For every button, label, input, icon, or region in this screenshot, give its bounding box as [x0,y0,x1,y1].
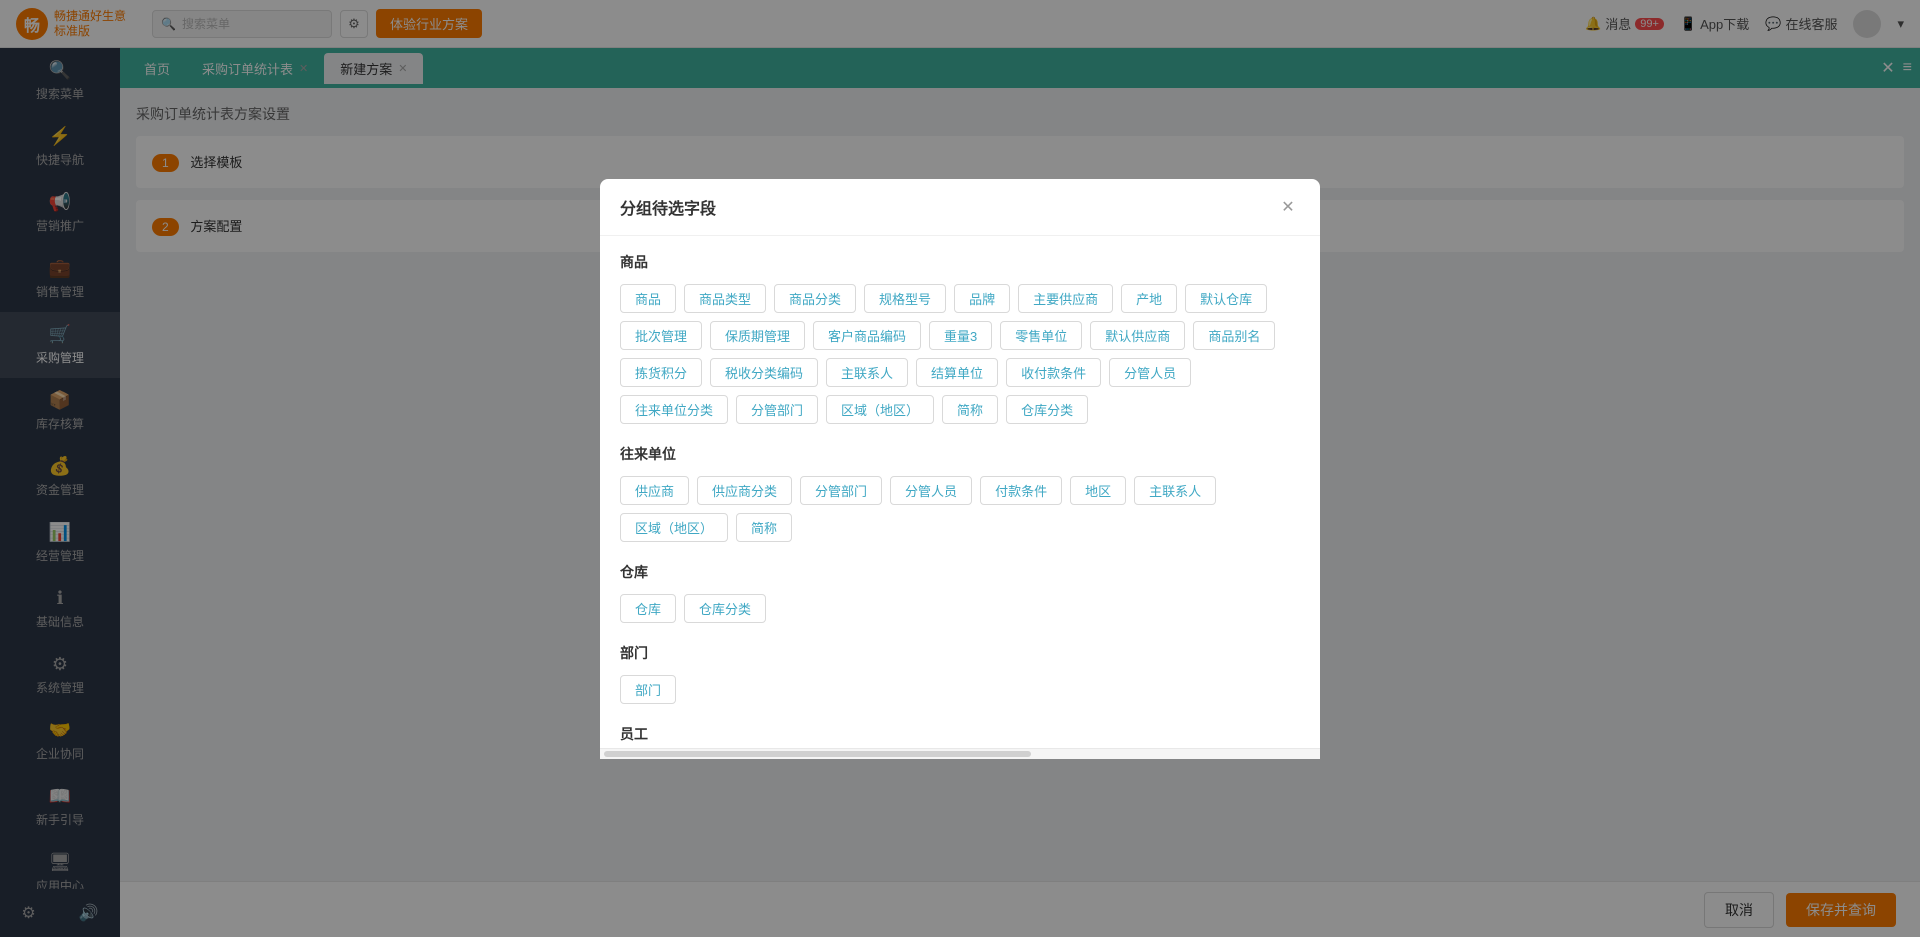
modal-body[interactable]: 商品 商品 商品类型 商品分类 规格型号 品牌 主要供应商 产地 默认仓库 批次… [600,236,1320,749]
field-tag-spec[interactable]: 规格型号 [864,284,946,313]
field-tag-dept[interactable]: 分管部门 [736,395,818,424]
modal-hscroll[interactable] [600,748,1320,758]
field-tag-retail-unit[interactable]: 零售单位 [1000,321,1082,350]
field-tag-region[interactable]: 区域（地区） [826,395,934,424]
partner-section: 往来单位 供应商 供应商分类 分管部门 分管人员 付款条件 地区 主联系人 区域… [620,444,1300,542]
field-tag-tax-code[interactable]: 税收分类编码 [710,358,818,387]
warehouse-section-title: 仓库 [620,562,1300,582]
field-tag-pick-points[interactable]: 拣货积分 [620,358,702,387]
field-tag-main-contact[interactable]: 主联系人 [826,358,908,387]
modal-close-button[interactable]: ✕ [1276,195,1300,219]
field-select-modal: 分组待选字段 ✕ 商品 商品 商品类型 商品分类 规格型号 品牌 主要供应商 产… [600,179,1320,759]
field-tag-partner-short[interactable]: 简称 [736,513,792,542]
partner-section-title: 往来单位 [620,444,1300,464]
field-tag-warehouse-category[interactable]: 仓库分类 [1006,395,1088,424]
employee-section-title: 员工 [620,724,1300,744]
field-tag-partner-region[interactable]: 区域（地区） [620,513,728,542]
field-tag-product-category[interactable]: 商品分类 [774,284,856,313]
employee-section: 员工 业务员 [620,724,1300,749]
field-tag-partner-dept[interactable]: 分管部门 [800,476,882,505]
field-tag-origin[interactable]: 产地 [1121,284,1177,313]
field-tag-short-name[interactable]: 简称 [942,395,998,424]
field-tag-product-type[interactable]: 商品类型 [684,284,766,313]
field-tag-default-warehouse[interactable]: 默认仓库 [1185,284,1267,313]
warehouse-field-tags: 仓库 仓库分类 [620,594,1300,623]
field-tag-main-supplier[interactable]: 主要供应商 [1018,284,1113,313]
department-section-title: 部门 [620,643,1300,663]
field-tag-product-alias[interactable]: 商品别名 [1193,321,1275,350]
field-tag-product[interactable]: 商品 [620,284,676,313]
field-tag-brand[interactable]: 品牌 [954,284,1010,313]
product-section-title: 商品 [620,252,1300,272]
department-field-tags: 部门 [620,675,1300,704]
hscroll-thumb[interactable] [604,751,1031,757]
field-tag-expiry-mgmt[interactable]: 保质期管理 [710,321,805,350]
field-tag-payment-condition[interactable]: 付款条件 [980,476,1062,505]
field-tag-customer-code[interactable]: 客户商品编码 [813,321,921,350]
field-tag-batch-mgmt[interactable]: 批次管理 [620,321,702,350]
field-tag-supplier[interactable]: 供应商 [620,476,689,505]
field-tag-warehouse[interactable]: 仓库 [620,594,676,623]
field-tag-manager[interactable]: 分管人员 [1109,358,1191,387]
field-tag-area[interactable]: 地区 [1070,476,1126,505]
field-tag-department[interactable]: 部门 [620,675,676,704]
modal-overlay: 分组待选字段 ✕ 商品 商品 商品类型 商品分类 规格型号 品牌 主要供应商 产… [0,0,1920,937]
field-tag-settlement-unit[interactable]: 结算单位 [916,358,998,387]
field-tag-partner-category[interactable]: 往来单位分类 [620,395,728,424]
modal-title: 分组待选字段 [620,195,716,219]
field-tag-wh-category[interactable]: 仓库分类 [684,594,766,623]
warehouse-section: 仓库 仓库 仓库分类 [620,562,1300,623]
product-section: 商品 商品 商品类型 商品分类 规格型号 品牌 主要供应商 产地 默认仓库 批次… [620,252,1300,424]
field-tag-default-supplier[interactable]: 默认供应商 [1090,321,1185,350]
product-field-tags: 商品 商品类型 商品分类 规格型号 品牌 主要供应商 产地 默认仓库 批次管理 … [620,284,1300,424]
field-tag-payment-terms[interactable]: 收付款条件 [1006,358,1101,387]
field-tag-supplier-category[interactable]: 供应商分类 [697,476,792,505]
field-tag-weight[interactable]: 重量3 [929,321,992,350]
partner-field-tags: 供应商 供应商分类 分管部门 分管人员 付款条件 地区 主联系人 区域（地区） … [620,476,1300,542]
field-tag-partner-contact[interactable]: 主联系人 [1134,476,1216,505]
modal-header: 分组待选字段 ✕ [600,179,1320,236]
department-section: 部门 部门 [620,643,1300,704]
field-tag-partner-manager[interactable]: 分管人员 [890,476,972,505]
